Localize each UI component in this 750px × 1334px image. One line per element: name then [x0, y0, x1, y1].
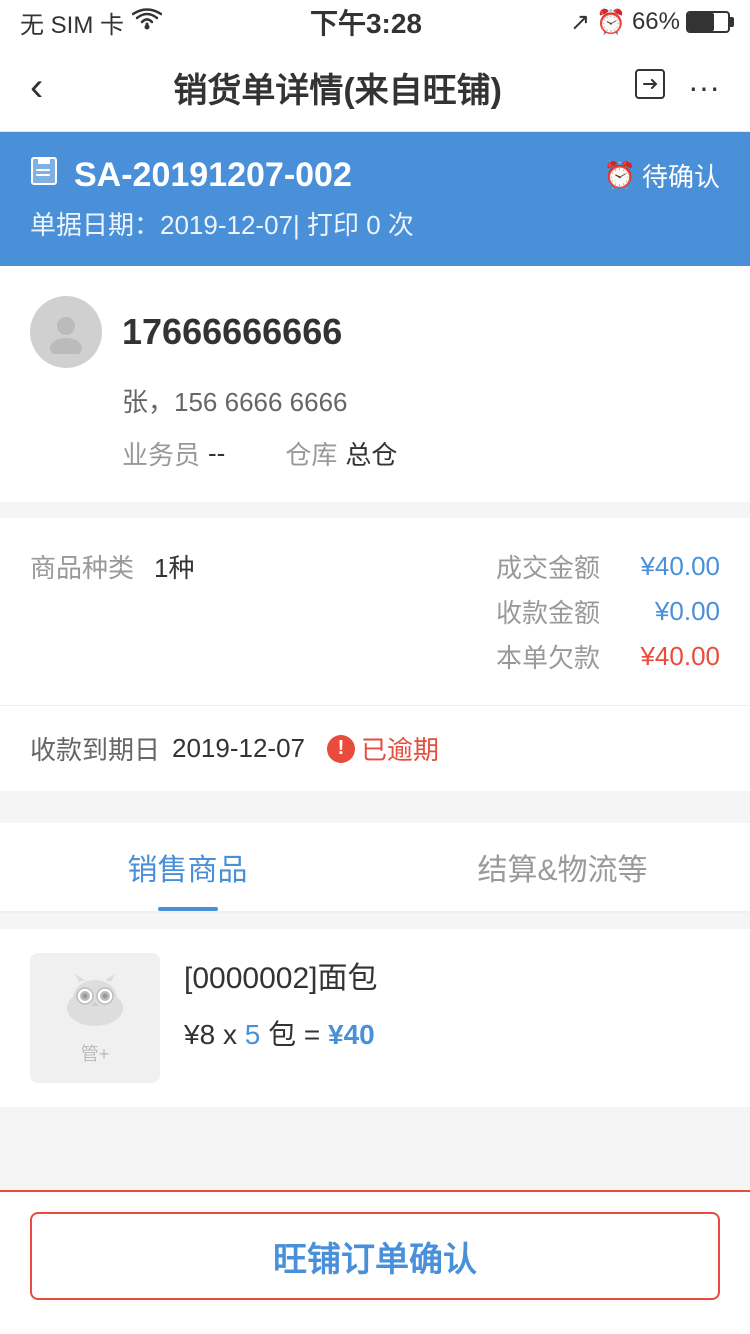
product-info: [0000002]面包 ¥8 x 5 包 = ¥40	[184, 953, 720, 1053]
tab-indicator	[158, 907, 218, 911]
product-type-info: 商品种类 1种	[30, 548, 194, 585]
product-section: 管+ [0000002]面包 ¥8 x 5 包 = ¥40	[0, 929, 750, 1107]
confirm-order-button[interactable]: 旺铺订单确认	[30, 1212, 720, 1300]
back-button[interactable]: ‹	[30, 65, 43, 110]
customer-phone: 17666666666	[122, 311, 342, 353]
overdue-badge: ! 已逾期	[327, 730, 439, 767]
order-status-badge: ⏰ 待确认	[604, 157, 720, 194]
order-date: 单据日期：2019-12-07| 打印 0 次	[30, 205, 720, 242]
overdue-icon: !	[327, 735, 355, 763]
nav-bar: ‹ 销货单详情(来自旺铺) ···	[0, 44, 750, 132]
location-icon: ↗	[570, 8, 590, 37]
alarm-icon: ⏰	[596, 8, 626, 37]
wifi-icon	[132, 8, 162, 37]
customer-meta: 业务员 -- 仓库 总仓	[30, 435, 720, 472]
page-title: 销货单详情(来自旺铺)	[173, 63, 502, 112]
product-price: ¥8 x 5 包 = ¥40	[184, 1013, 720, 1053]
status-time: 下午3:28	[310, 2, 422, 42]
separator	[0, 807, 750, 823]
more-options-icon[interactable]: ···	[688, 69, 720, 106]
transaction-row: 成交金额 ¥40.00	[496, 548, 720, 585]
tabs-section: 销售商品 结算&物流等	[0, 823, 750, 913]
battery-percent: 66%	[632, 8, 680, 36]
order-icon	[30, 156, 64, 195]
share-icon[interactable]	[632, 66, 668, 110]
clock-icon: ⏰	[604, 160, 636, 191]
product-name: [0000002]面包	[184, 953, 720, 997]
status-bar: 无 SIM 卡 下午3:28 ↗ ⏰ 66%	[0, 0, 750, 44]
salesperson-meta: 业务员 --	[122, 435, 225, 472]
product-image: 管+	[30, 953, 160, 1083]
avatar	[30, 296, 102, 368]
balance-row: 本单欠款 ¥40.00	[496, 638, 720, 675]
order-header-card: SA-20191207-002 ⏰ 待确认 单据日期：2019-12-07| 打…	[0, 132, 750, 266]
tab-settlement[interactable]: 结算&物流等	[375, 823, 750, 911]
nav-left: ‹	[30, 65, 43, 110]
amount-stats: 成交金额 ¥40.00 收款金额 ¥0.00 本单欠款 ¥40.00	[496, 548, 720, 675]
battery-icon	[686, 11, 730, 33]
stats-section: 商品种类 1种 成交金额 ¥40.00 收款金额 ¥0.00 本单欠款 ¥40.…	[0, 518, 750, 791]
overdue-section: 收款到期日 2019-12-07 ! 已逾期	[0, 705, 750, 791]
order-id: SA-20191207-002	[30, 156, 352, 195]
status-right: ↗ ⏰ 66%	[570, 8, 730, 37]
nav-right: ···	[632, 66, 720, 110]
customer-section: 17666666666 张，156 6666 6666 业务员 -- 仓库 总仓	[0, 266, 750, 502]
customer-name: 张，156 6666 6666	[30, 382, 720, 419]
payment-row: 收款金额 ¥0.00	[496, 593, 720, 630]
tab-products[interactable]: 销售商品	[0, 823, 375, 911]
product-item: 管+ [0000002]面包 ¥8 x 5 包 = ¥40	[30, 953, 720, 1083]
warehouse-meta: 仓库 总仓	[285, 435, 397, 472]
overdue-text: 已逾期	[361, 730, 439, 767]
bottom-bar: 旺铺订单确认	[0, 1190, 750, 1334]
status-left: 无 SIM 卡	[20, 5, 162, 40]
carrier-text: 无 SIM 卡	[20, 5, 124, 40]
